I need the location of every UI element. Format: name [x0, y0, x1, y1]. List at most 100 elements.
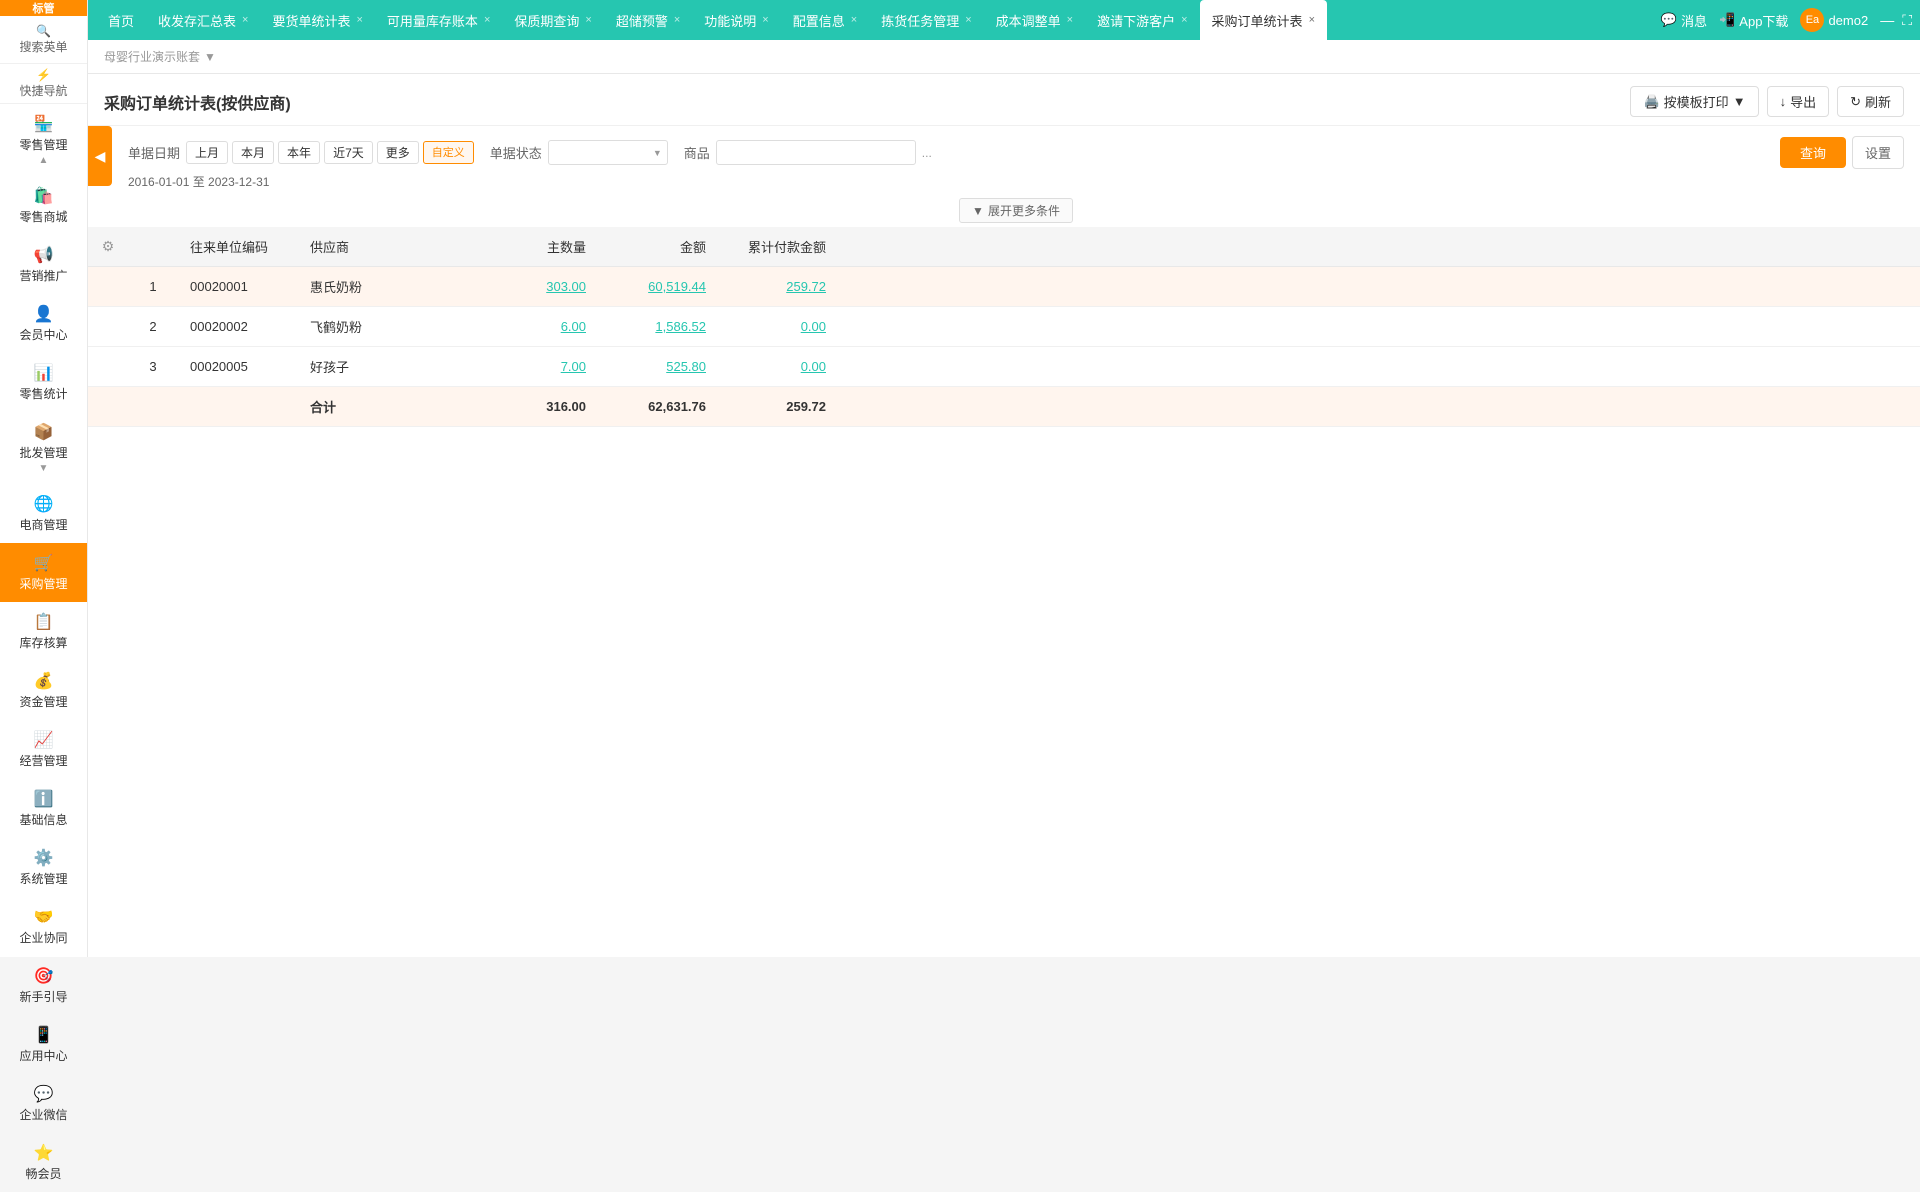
date-btn-last-month[interactable]: 上月 [186, 141, 228, 164]
tab-available-stock[interactable]: 可用量库存账本 × [375, 0, 502, 40]
page-actions: 🖨️ 按模板打印 ▼ ↓ 导出 ↻ 刷新 [1630, 86, 1904, 117]
tab-over-stock-close[interactable]: × [674, 14, 680, 26]
tab-over-stock[interactable]: 超储预警 × [604, 0, 692, 40]
sidebar-item-wechat[interactable]: 💬 企业微信 [0, 1074, 87, 1133]
sidebar-item-enterprise[interactable]: 🤝 企业协同 [0, 897, 87, 956]
sidebar-item-label: 系统管理 [19, 870, 67, 887]
sidebar-item-system[interactable]: ⚙️ 系统管理 [0, 838, 87, 897]
date-btn-this-year[interactable]: 本年 [278, 141, 320, 164]
sidebar-item-guide[interactable]: 🎯 新手引导 [0, 956, 87, 1015]
tab-func-desc-close[interactable]: × [762, 14, 768, 26]
search-menu-item[interactable]: 🔍 搜索英单 [0, 16, 87, 64]
goods-input[interactable] [716, 140, 916, 165]
sidebar-item-appcenter[interactable]: 📱 应用中心 [0, 1015, 87, 1074]
row-amount[interactable]: 525.80 [598, 347, 718, 387]
refresh-button[interactable]: ↻ 刷新 [1837, 86, 1904, 117]
row-paid[interactable]: 0.00 [718, 347, 838, 387]
tab-pick-task[interactable]: 拣货任务管理 × [869, 0, 983, 40]
sidebar-item-retail-stats[interactable]: 📊 零售统计 [0, 353, 87, 412]
tab-shelf-life[interactable]: 保质期查询 × [502, 0, 603, 40]
table-row[interactable]: 3 00020005 好孩子 7.00 525.80 0.00 [88, 347, 1920, 387]
expand-more-button[interactable]: ▼ 展开更多条件 [959, 198, 1073, 223]
sidebar-item-membership[interactable]: ⭐ 畅会员 [0, 1133, 87, 1192]
date-filter-label: 单据日期 [128, 143, 180, 162]
tab-purchase-stats[interactable]: 采购订单统计表 × [1200, 0, 1327, 40]
sidebar-item-retail-shop[interactable]: 🛍️ 零售商城 [0, 176, 87, 235]
sidebar-item-inventory[interactable]: 📋 库存核算 [0, 602, 87, 661]
tab-shelf-life-close[interactable]: × [585, 14, 591, 26]
tab-invite-downstream-close[interactable]: × [1181, 14, 1187, 26]
tab-config-info[interactable]: 配置信息 × [781, 0, 869, 40]
workspace-chevron-icon: ▼ [204, 50, 216, 64]
tab-cost-adjust[interactable]: 成本调整单 × [984, 0, 1085, 40]
workspace-selector[interactable]: 母婴行业演示账套 ▼ [104, 48, 216, 65]
row-spacer [838, 307, 1920, 347]
minimize-button[interactable]: — [1880, 12, 1894, 29]
filter-toggle-button[interactable]: ◀ [88, 126, 112, 186]
sidebar-item-retail-mgmt[interactable]: 🏪 零售管理 ▲ [0, 104, 87, 176]
search-label: 搜索英单 [6, 38, 81, 55]
retail-shop-icon: 🛍️ [34, 186, 54, 206]
row-spacer [838, 347, 1920, 387]
tab-available-stock-close[interactable]: × [484, 14, 490, 26]
user-avatar[interactable]: Ea demo2 [1800, 8, 1868, 32]
row-code: 00020001 [178, 267, 298, 307]
appcenter-icon: 📱 [34, 1025, 54, 1045]
sidebar-item-ecom[interactable]: 🌐 电商管理 [0, 484, 87, 543]
tab-receive-send-label: 收发存汇总表 [158, 11, 236, 30]
th-supplier: 供应商 [298, 227, 498, 267]
export-button[interactable]: ↓ 导出 [1767, 86, 1830, 117]
tab-receive-send-close[interactable]: × [242, 14, 248, 26]
sidebar-item-label: 营销推广 [19, 267, 67, 284]
app-download-button[interactable]: 📲 App下载 [1719, 11, 1788, 30]
sidebar-item-basic[interactable]: ℹ️ 基础信息 [0, 779, 87, 838]
row-qty[interactable]: 7.00 [498, 347, 598, 387]
enterprise-icon: 🤝 [34, 907, 54, 927]
table-row[interactable]: 1 00020001 惠氏奶粉 303.00 60,519.44 259.72 [88, 267, 1920, 307]
wholesale-icon: 📦 [34, 422, 54, 442]
table-row[interactable]: 2 00020002 飞鹤奶粉 6.00 1,586.52 0.00 [88, 307, 1920, 347]
row-amount[interactable]: 1,586.52 [598, 307, 718, 347]
sidebar-item-wholesale[interactable]: 📦 批发管理 ▼ [0, 412, 87, 484]
column-settings-icon[interactable]: ⚙ [102, 238, 115, 254]
date-btn-7days[interactable]: 近7天 [324, 141, 373, 164]
tab-receive-send[interactable]: 收发存汇总表 × [146, 0, 260, 40]
tab-invite-downstream[interactable]: 邀请下游客户 × [1085, 0, 1199, 40]
sidebar-item-finance[interactable]: 💰 资金管理 [0, 661, 87, 720]
filter-row-main: 单据日期 上月 本月 本年 近7天 更多 自定义 单据状态 [128, 136, 1904, 169]
sidebar-item-marketing[interactable]: 📢 营销推广 [0, 235, 87, 294]
tab-func-desc[interactable]: 功能说明 × [692, 0, 780, 40]
tab-cost-adjust-label: 成本调整单 [996, 11, 1061, 30]
sidebar-item-member[interactable]: 👤 会员中心 [0, 294, 87, 353]
th-settings: ⚙ [88, 227, 128, 267]
quick-nav-item[interactable]: ⚡ 快捷导航 [0, 64, 87, 104]
tab-goods-stats-close[interactable]: × [356, 14, 362, 26]
tab-pick-task-close[interactable]: × [965, 14, 971, 26]
print-button[interactable]: 🖨️ 按模板打印 ▼ [1630, 86, 1758, 117]
status-select[interactable] [548, 140, 668, 165]
tab-pick-task-label: 拣货任务管理 [881, 11, 959, 30]
maximize-button[interactable]: ⛶ [1902, 12, 1912, 29]
sidebar-item-ops[interactable]: 📈 经营管理 [0, 720, 87, 779]
row-qty[interactable]: 303.00 [498, 267, 598, 307]
row-amount[interactable]: 60,519.44 [598, 267, 718, 307]
date-btn-custom[interactable]: 自定义 [423, 141, 474, 164]
goods-more-icon[interactable]: ... [922, 146, 932, 160]
settings-button[interactable]: 设置 [1852, 136, 1904, 169]
date-btn-this-month[interactable]: 本月 [232, 141, 274, 164]
tab-config-info-close[interactable]: × [851, 14, 857, 26]
sidebar-item-purchase[interactable]: 🛒 采购管理 [0, 543, 87, 602]
tab-cost-adjust-close[interactable]: × [1067, 14, 1073, 26]
row-paid[interactable]: 0.00 [718, 307, 838, 347]
row-qty[interactable]: 6.00 [498, 307, 598, 347]
date-btn-more[interactable]: 更多 [377, 141, 419, 164]
sidebar-item-label: 采购管理 [19, 575, 67, 592]
tab-goods-stats[interactable]: 要货单统计表 × [260, 0, 374, 40]
row-paid[interactable]: 259.72 [718, 267, 838, 307]
tab-purchase-stats-close[interactable]: × [1309, 14, 1315, 26]
header-bar: 母婴行业演示账套 ▼ [88, 40, 1920, 74]
message-button[interactable]: 💬 消息 [1661, 11, 1707, 30]
search-button[interactable]: 查询 [1780, 137, 1846, 168]
tab-home[interactable]: 首页 [96, 0, 146, 40]
marketing-icon: 📢 [34, 245, 54, 265]
